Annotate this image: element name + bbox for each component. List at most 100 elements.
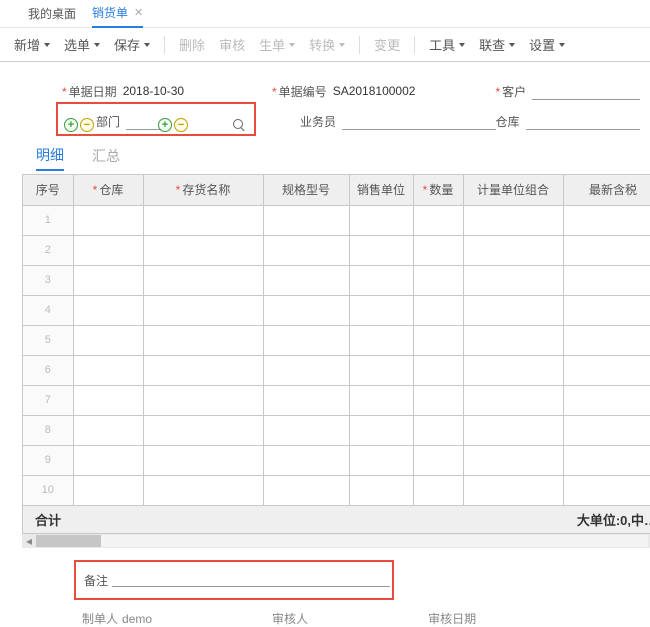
cell[interactable]	[413, 415, 463, 445]
save-button[interactable]: 保存	[110, 31, 154, 58]
col-4[interactable]: 销售单位	[349, 175, 413, 205]
cell[interactable]	[413, 265, 463, 295]
cell[interactable]	[563, 385, 650, 415]
search-icon[interactable]	[232, 118, 246, 132]
cell[interactable]	[143, 385, 263, 415]
cell[interactable]	[263, 385, 349, 415]
table-row[interactable]: 2	[23, 235, 650, 265]
cell[interactable]	[349, 295, 413, 325]
cell[interactable]	[413, 325, 463, 355]
cell[interactable]	[563, 235, 650, 265]
table-row[interactable]: 9	[23, 445, 650, 475]
table-row[interactable]: 1	[23, 205, 650, 235]
horizontal-scrollbar[interactable]: ◂ ▸	[22, 534, 650, 548]
table-row[interactable]: 8	[23, 415, 650, 445]
cell[interactable]	[263, 325, 349, 355]
cell[interactable]	[413, 205, 463, 235]
cell[interactable]	[349, 235, 413, 265]
cell[interactable]	[563, 325, 650, 355]
scroll-thumb[interactable]	[36, 535, 101, 547]
warehouse-field[interactable]	[526, 112, 640, 130]
scroll-left-icon[interactable]: ◂	[22, 534, 36, 548]
cell[interactable]	[413, 295, 463, 325]
doc-no-value[interactable]: SA2018100002	[333, 84, 416, 98]
customer-field[interactable]	[532, 82, 640, 100]
cell[interactable]	[143, 445, 263, 475]
cell[interactable]	[263, 475, 349, 505]
doc-date-value[interactable]: 2018-10-30	[123, 84, 184, 98]
plus-icon[interactable]: +	[64, 118, 78, 132]
subtab-detail[interactable]: 明细	[36, 145, 64, 171]
cell[interactable]	[349, 415, 413, 445]
cell[interactable]	[263, 355, 349, 385]
table-row[interactable]: 4	[23, 295, 650, 325]
cell[interactable]	[413, 385, 463, 415]
cell[interactable]	[143, 205, 263, 235]
cell[interactable]	[413, 475, 463, 505]
minus-icon[interactable]: −	[174, 118, 188, 132]
tab-sales-order[interactable]: 销货单 ✕	[92, 0, 143, 28]
table-row[interactable]: 6	[23, 355, 650, 385]
col-0[interactable]: 序号	[23, 175, 73, 205]
subtab-summary[interactable]: 汇总	[92, 146, 120, 170]
convert-button[interactable]: 转换	[305, 31, 349, 58]
cell[interactable]	[349, 475, 413, 505]
settings-button[interactable]: 设置	[525, 31, 569, 58]
cell[interactable]	[263, 235, 349, 265]
cell[interactable]	[463, 415, 563, 445]
gen-button[interactable]: 生单	[255, 31, 299, 58]
table-row[interactable]: 5	[23, 325, 650, 355]
new-button[interactable]: 新增	[10, 31, 54, 58]
cell[interactable]	[463, 325, 563, 355]
cell[interactable]	[563, 265, 650, 295]
cell[interactable]	[73, 295, 143, 325]
cell[interactable]	[143, 475, 263, 505]
cell[interactable]	[143, 265, 263, 295]
cell[interactable]	[349, 385, 413, 415]
col-2[interactable]: *存货名称	[143, 175, 263, 205]
cell[interactable]	[563, 475, 650, 505]
cell[interactable]	[349, 325, 413, 355]
cell[interactable]	[73, 205, 143, 235]
cell[interactable]	[73, 475, 143, 505]
cell[interactable]	[413, 235, 463, 265]
cell[interactable]	[73, 415, 143, 445]
minus-icon[interactable]: −	[80, 118, 94, 132]
cell[interactable]	[263, 415, 349, 445]
cell[interactable]	[463, 475, 563, 505]
cell[interactable]	[463, 385, 563, 415]
cell[interactable]	[349, 205, 413, 235]
col-3[interactable]: 规格型号	[263, 175, 349, 205]
tools-button[interactable]: 工具	[425, 31, 469, 58]
cell[interactable]	[349, 445, 413, 475]
table-row[interactable]: 7	[23, 385, 650, 415]
cell[interactable]	[349, 355, 413, 385]
cell[interactable]	[563, 415, 650, 445]
table-row[interactable]: 3	[23, 265, 650, 295]
cell[interactable]	[143, 355, 263, 385]
cell[interactable]	[263, 265, 349, 295]
cell[interactable]	[73, 355, 143, 385]
cell[interactable]	[563, 205, 650, 235]
cell[interactable]	[563, 445, 650, 475]
cell[interactable]	[563, 295, 650, 325]
salesman-field[interactable]	[342, 112, 495, 130]
cell[interactable]	[463, 205, 563, 235]
col-5[interactable]: *数量	[413, 175, 463, 205]
chain-button[interactable]: 联查	[475, 31, 519, 58]
cell[interactable]	[263, 205, 349, 235]
table-row[interactable]: 10	[23, 475, 650, 505]
cell[interactable]	[143, 325, 263, 355]
cell[interactable]	[73, 445, 143, 475]
cell[interactable]	[413, 355, 463, 385]
cell[interactable]	[349, 265, 413, 295]
cell[interactable]	[563, 355, 650, 385]
cell[interactable]	[463, 235, 563, 265]
cell[interactable]	[73, 235, 143, 265]
col-1[interactable]: *仓库	[73, 175, 143, 205]
select-button[interactable]: 选单	[60, 31, 104, 58]
cell[interactable]	[463, 445, 563, 475]
close-icon[interactable]: ✕	[134, 6, 143, 19]
cell[interactable]	[73, 385, 143, 415]
col-6[interactable]: 计量单位组合	[463, 175, 563, 205]
